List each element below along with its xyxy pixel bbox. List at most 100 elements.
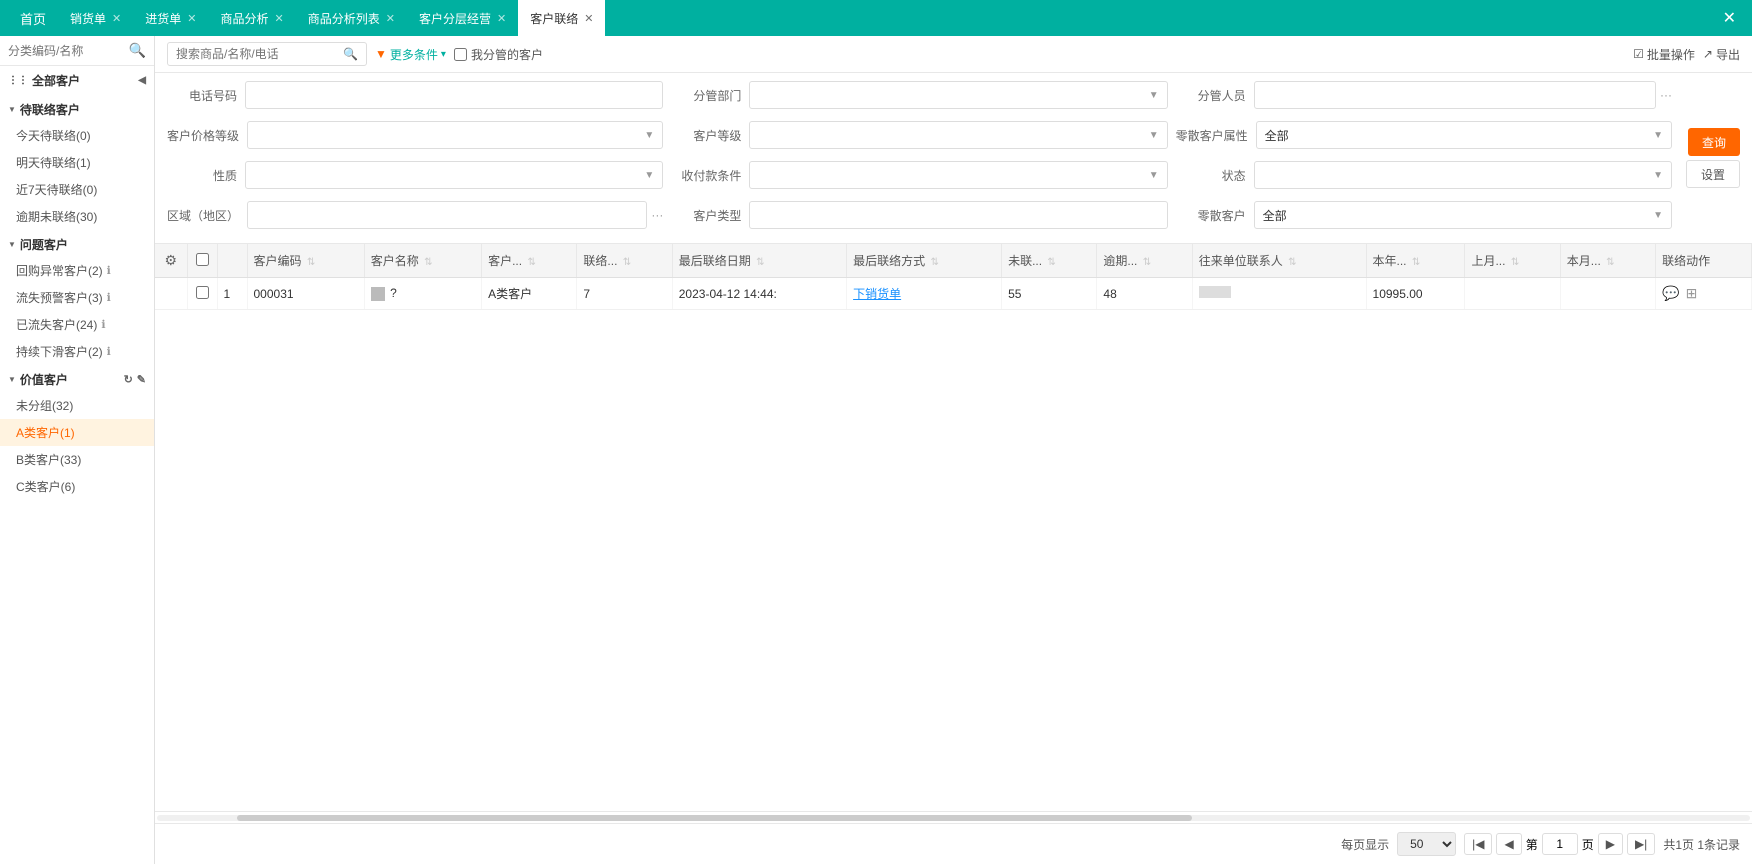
sidebar-search-input[interactable] — [8, 44, 129, 58]
collapse-icon[interactable]: ◀ — [138, 75, 146, 86]
filter-price-grade-select[interactable]: ▼ — [247, 121, 663, 149]
row-checkbox[interactable] — [196, 286, 209, 299]
my-customers-checkbox[interactable]: 我分管的客户 — [454, 46, 543, 63]
filter-payment-select[interactable]: ▼ — [749, 161, 1167, 189]
page-input[interactable] — [1542, 833, 1578, 855]
close-tab-3-icon[interactable]: ✕ — [386, 12, 395, 25]
filter-cust-grade-select[interactable]: ▼ — [749, 121, 1167, 149]
th-last-method[interactable]: 最后联络方式 ⇅ — [847, 244, 1002, 278]
filter-person-dots[interactable]: ··· — [1660, 88, 1672, 102]
td-overdue: 48 — [1097, 278, 1192, 310]
edit-icon[interactable]: ✎ — [137, 373, 146, 386]
status-arrow: ▼ — [1653, 170, 1663, 181]
sidebar-item-tomorrow[interactable]: 明天待联络(1) — [0, 149, 154, 176]
th-grade[interactable]: 客户... ⇅ — [482, 244, 577, 278]
close-tab-0-icon[interactable]: ✕ — [112, 12, 121, 25]
per-page-select[interactable]: 50 100 200 — [1397, 832, 1456, 856]
search-input[interactable] — [176, 47, 343, 61]
group-problem-customers[interactable]: ▼ 问题客户 — [0, 230, 154, 257]
filter-phone: 电话号码 — [167, 81, 663, 109]
th-this-month[interactable]: 本月... ⇅ — [1560, 244, 1655, 278]
sidebar-item-declining[interactable]: 持续下滑客户(2) ℹ — [0, 338, 154, 365]
more-filters-btn[interactable]: ▼ 更多条件 ▾ — [375, 46, 446, 63]
filter-status-select[interactable]: ▼ — [1254, 161, 1672, 189]
th-last-date[interactable]: 最后联络日期 ⇅ — [672, 244, 846, 278]
nav-tab-2[interactable]: 商品分析 ✕ — [208, 0, 295, 36]
table-container: ⚙ 客户编码 ⇅ 客户名称 ⇅ — [155, 244, 1752, 811]
comment-action-icon[interactable]: 💬 — [1662, 285, 1679, 302]
filter-dept-select[interactable]: ▼ — [749, 81, 1167, 109]
filter-region-dots[interactable]: ··· — [651, 208, 663, 222]
th-name[interactable]: 客户名称 ⇅ — [364, 244, 481, 278]
sidebar-item-today[interactable]: 今天待联络(0) — [0, 122, 154, 149]
nav-tab-0[interactable]: 销货单 ✕ — [58, 0, 133, 36]
last-page-btn[interactable]: ▶| — [1627, 833, 1655, 855]
my-customers-check[interactable] — [454, 48, 467, 61]
filter-retail-select[interactable]: 全部 ▼ — [1254, 201, 1672, 229]
first-page-btn[interactable]: |◀ — [1464, 833, 1492, 855]
th-not-contacted[interactable]: 未联... ⇅ — [1002, 244, 1097, 278]
sort-unit-contact-icon: ⇅ — [1288, 257, 1296, 268]
all-customers-header[interactable]: ⋮⋮ 全部客户 ◀ — [0, 66, 154, 95]
th-overdue[interactable]: 逾期... ⇅ — [1097, 244, 1192, 278]
qr-action-icon[interactable]: ⊞ — [1686, 285, 1698, 302]
close-tab-2-icon[interactable]: ✕ — [275, 12, 284, 25]
filter-region-input[interactable] — [247, 201, 647, 229]
td-last-method[interactable]: 下销货单 — [847, 278, 1002, 310]
dept-select-arrow: ▼ — [1149, 90, 1159, 101]
settings-button[interactable]: 设置 — [1686, 160, 1740, 188]
close-tab-5-icon[interactable]: ✕ — [584, 12, 593, 25]
sidebar-item-class-c[interactable]: C类客户(6) — [0, 473, 154, 500]
content-area: 🔍 ▼ 更多条件 ▾ 我分管的客户 ☑ 批量操作 ↗ 导出 — [155, 36, 1752, 864]
sidebar-item-abnormal[interactable]: 回购异常客户(2) ℹ — [0, 257, 154, 284]
filter-phone-input[interactable] — [245, 81, 663, 109]
prev-page-btn[interactable]: ◀ — [1496, 833, 1521, 855]
refresh-icon[interactable]: ↻ — [124, 373, 133, 386]
sidebar-item-7days[interactable]: 近7天待联络(0) — [0, 176, 154, 203]
page-label: 第 — [1526, 836, 1538, 853]
nav-tab-4[interactable]: 客户分层经营 ✕ — [407, 0, 518, 36]
search-icon[interactable]: 🔍 — [343, 47, 358, 61]
filter-cust-type-input[interactable] — [749, 201, 1167, 229]
group-value-customers[interactable]: ▼ 价值客户 ↻ ✎ — [0, 365, 154, 392]
table-row: 1 000031 ? A类客户 7 2023-04-12 14:44: 下销货单… — [155, 278, 1752, 310]
sidebar-item-overdue[interactable]: 逾期未联络(30) — [0, 203, 154, 230]
window-close-icon[interactable]: ✕ — [1715, 8, 1744, 28]
filter-nature-select[interactable]: ▼ — [245, 161, 663, 189]
close-tab-4-icon[interactable]: ✕ — [497, 12, 506, 25]
last-method-link[interactable]: 下销货单 — [853, 287, 901, 301]
sidebar-item-ungroup[interactable]: 未分组(32) — [0, 392, 154, 419]
nav-tab-3[interactable]: 商品分析列表 ✕ — [296, 0, 407, 36]
sidebar-item-lost[interactable]: 已流失客户(24) ℹ — [0, 311, 154, 338]
nav-tab-1[interactable]: 进货单 ✕ — [133, 0, 208, 36]
filter-person-input[interactable] — [1254, 81, 1656, 109]
th-this-year[interactable]: 本年... ⇅ — [1366, 244, 1465, 278]
batch-op-btn[interactable]: ☑ 批量操作 — [1633, 46, 1695, 63]
td-gear-cell — [155, 278, 187, 310]
sidebar-item-lost-warning[interactable]: 流失预警客户(3) ℹ — [0, 284, 154, 311]
nav-tab-5[interactable]: 客户联络 ✕ — [518, 0, 605, 36]
filter-retail-attr-select[interactable]: 全部 ▼ — [1256, 121, 1672, 149]
scrollbar-thumb[interactable] — [237, 815, 1193, 821]
horizontal-scrollbar[interactable] — [155, 811, 1752, 823]
nav-home[interactable]: 首页 — [8, 0, 58, 36]
filter-cust-grade: 客户等级 ▼ — [671, 121, 1167, 149]
th-unit-contact[interactable]: 往来单位联系人 ⇅ — [1192, 244, 1366, 278]
filter-price-grade-label: 客户价格等级 — [167, 127, 239, 144]
group-problem-label: 问题客户 — [20, 236, 68, 253]
th-gear[interactable]: ⚙ — [155, 244, 187, 278]
gear-icon[interactable]: ⚙ — [164, 252, 177, 268]
th-code[interactable]: 客户编码 ⇅ — [247, 244, 364, 278]
query-button[interactable]: 查询 — [1688, 128, 1740, 156]
select-all-checkbox[interactable] — [196, 253, 209, 266]
export-btn[interactable]: ↗ 导出 — [1703, 46, 1740, 63]
sidebar-item-class-a[interactable]: A类客户(1) — [0, 419, 154, 446]
group-pending-contact[interactable]: ▼ 待联络客户 — [0, 95, 154, 122]
sidebar-search-icon[interactable]: 🔍 — [129, 42, 146, 59]
close-tab-1-icon[interactable]: ✕ — [187, 12, 196, 25]
th-last-month[interactable]: 上月... ⇅ — [1465, 244, 1560, 278]
sidebar-item-class-b[interactable]: B类客户(33) — [0, 446, 154, 473]
next-page-btn[interactable]: ▶ — [1598, 833, 1623, 855]
th-contact[interactable]: 联络... ⇅ — [577, 244, 672, 278]
filter-nature-label: 性质 — [167, 167, 237, 184]
